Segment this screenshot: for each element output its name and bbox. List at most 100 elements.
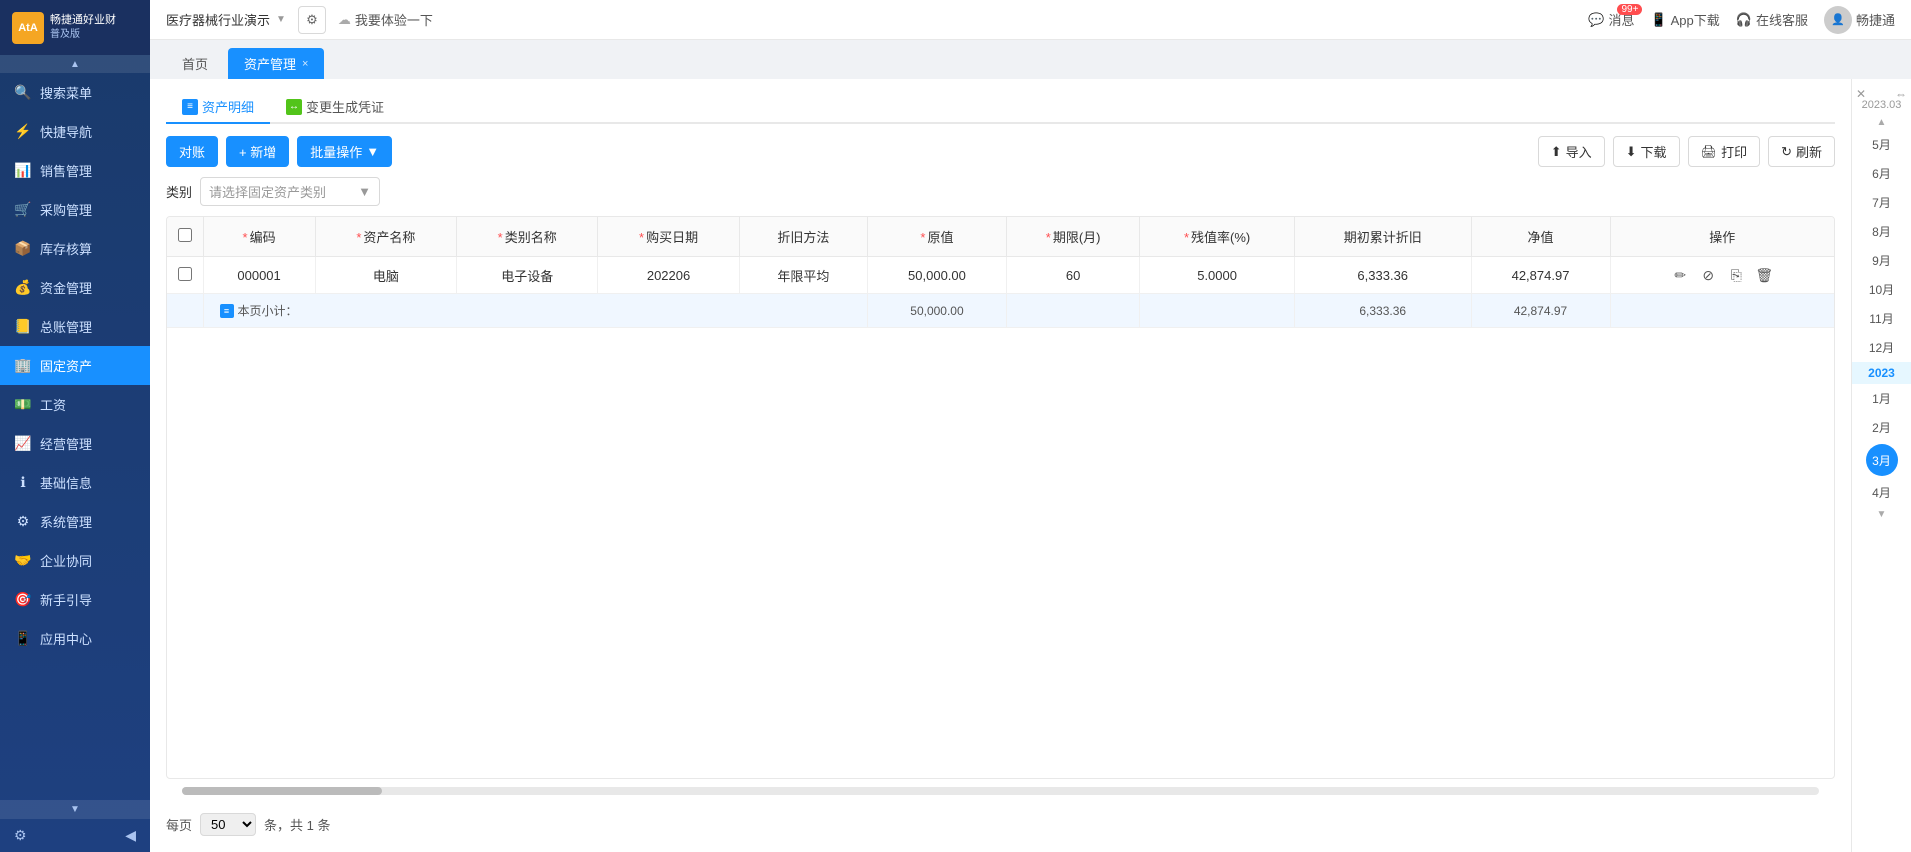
month-5[interactable]: 5月	[1852, 130, 1911, 159]
sidebar-scroll-down[interactable]: ▼	[0, 800, 150, 818]
per-page-label: 每页	[166, 815, 192, 834]
sidebar-item-inventory[interactable]: 📦 库存核算	[0, 229, 150, 268]
calendar-scroll-up[interactable]: ▲	[1852, 115, 1911, 130]
tab-close-icon[interactable]: ×	[302, 58, 308, 70]
sidebar-item-enterprise[interactable]: 🤝 企业协同	[0, 541, 150, 580]
sidebar-item-search[interactable]: 🔍 搜索菜单	[0, 73, 150, 112]
cell-actions: ✏ ⊘ ⎘ 🗑	[1610, 257, 1834, 294]
company-name: 医疗器械行业演示	[166, 10, 270, 29]
system-icon: ⚙	[14, 513, 32, 531]
scrollbar-thumb[interactable]	[182, 787, 382, 795]
subtotal-label: ≡ 本页小计：	[212, 302, 859, 319]
subtotal-icon: ≡	[220, 304, 234, 318]
print-icon: 🖨	[1701, 144, 1718, 160]
sidebar-item-ledger[interactable]: 📒 总账管理	[0, 307, 150, 346]
sidebar-item-quick-nav[interactable]: ⚡ 快捷导航	[0, 112, 150, 151]
month-11[interactable]: 11月	[1852, 304, 1911, 333]
copy-icon[interactable]: ⊘	[1698, 265, 1718, 285]
inner-tab-voucher[interactable]: ↔ 变更生成凭证	[270, 91, 400, 124]
month-10[interactable]: 10月	[1852, 275, 1911, 304]
cell-category: 电子设备	[457, 257, 598, 294]
month-2[interactable]: 2月	[1852, 413, 1911, 442]
month-6[interactable]: 6月	[1852, 159, 1911, 188]
category-filter-select[interactable]: 请选择固定资产类别 ▼	[200, 177, 380, 206]
message-badge: 99+	[1617, 4, 1642, 15]
logo-text: 畅捷通好业财 普及版	[50, 13, 116, 42]
month-3-active[interactable]: 3月	[1866, 444, 1898, 476]
import-button[interactable]: ⬆ 导入	[1538, 136, 1605, 167]
ledger-icon: 📒	[14, 318, 32, 336]
new-button[interactable]: + 新增	[226, 136, 289, 167]
inner-tabs: ≡ 资产明细 ↔ 变更生成凭证	[166, 91, 1835, 124]
import-icon: ⬆	[1551, 144, 1562, 160]
main-container: 医疗器械行业演示 ▼ ⚙ ☁ 我要体验一下 💬 消息 99+ 📱 App下载 🎧…	[150, 0, 1911, 852]
sidebar-item-guide[interactable]: 🎯 新手引导	[0, 580, 150, 619]
sidebar-item-fixed-assets[interactable]: 🏢 固定资产	[0, 346, 150, 385]
subtotal-original-value: 50,000.00	[867, 294, 1006, 328]
filter-bar: 类别 请选择固定资产类别 ▼	[166, 177, 1835, 206]
month-8[interactable]: 8月	[1852, 217, 1911, 246]
right-panel: ✕ ⇔ 2023.03 ▲ 5月 6月 7月 8月 9月 10月 11月 12月…	[1851, 79, 1911, 852]
settings-icon[interactable]: ⚙	[14, 827, 27, 844]
cell-name: 电脑	[315, 257, 456, 294]
download-icon: 📱	[1650, 12, 1666, 28]
user-menu[interactable]: 👤 畅捷通	[1824, 6, 1895, 34]
topbar: 医疗器械行业演示 ▼ ⚙ ☁ 我要体验一下 💬 消息 99+ 📱 App下载 🎧…	[150, 0, 1911, 40]
sidebar-item-payroll[interactable]: 💵 工资	[0, 385, 150, 424]
cell-residual-rate: 5.0000	[1140, 257, 1295, 294]
message-button[interactable]: 💬 消息 99+	[1588, 10, 1634, 29]
horizontal-scrollbar[interactable]	[182, 787, 1819, 795]
sidebar-item-app-center[interactable]: 📱 应用中心	[0, 619, 150, 658]
quick-nav-icon: ⚡	[14, 123, 32, 141]
right-panel-close-icon[interactable]: ✕	[1856, 87, 1866, 101]
month-4[interactable]: 4月	[1852, 478, 1911, 507]
company-selector[interactable]: 医疗器械行业演示 ▼	[166, 10, 286, 29]
category-filter-label: 类别	[166, 182, 192, 201]
reconcile-button[interactable]: 对账	[166, 136, 218, 167]
sidebar-item-funds[interactable]: 💰 资金管理	[0, 268, 150, 307]
inner-tab-asset-detail[interactable]: ≡ 资产明细	[166, 91, 270, 124]
link-icon[interactable]: ⎘	[1726, 265, 1746, 285]
row-checkbox[interactable]	[178, 267, 192, 281]
sidebar-item-operations[interactable]: 📈 经营管理	[0, 424, 150, 463]
sales-icon: 📊	[14, 162, 32, 180]
year-section: 2023	[1852, 362, 1911, 384]
month-12[interactable]: 12月	[1852, 333, 1911, 362]
asset-detail-tab-icon: ≡	[182, 99, 198, 115]
funds-icon: 💰	[14, 279, 32, 297]
right-panel-expand-icon[interactable]: ⇔	[1895, 87, 1907, 101]
sidebar-item-system[interactable]: ⚙ 系统管理	[0, 502, 150, 541]
col-name: *资产名称	[315, 217, 456, 257]
app-download-button[interactable]: 📱 App下载	[1650, 10, 1719, 29]
month-7[interactable]: 7月	[1852, 188, 1911, 217]
print-button[interactable]: 🖨 打印	[1688, 136, 1761, 167]
table-row: 000001 电脑 电子设备 202206 年限平均 50,000.00 60 …	[167, 257, 1834, 294]
sidebar-scroll-up[interactable]: ▲	[0, 55, 150, 73]
download-button[interactable]: ⬇ 下载	[1613, 136, 1680, 167]
tab-home[interactable]: 首页	[166, 48, 224, 79]
edit-icon[interactable]: ✏	[1670, 265, 1690, 285]
batch-button[interactable]: 批量操作 ▼	[297, 136, 392, 167]
calendar-scroll-down[interactable]: ▼	[1852, 507, 1911, 522]
logo-icon: AtA	[12, 12, 44, 44]
settings-button[interactable]: ⚙	[298, 6, 326, 34]
delete-icon[interactable]: 🗑	[1754, 265, 1774, 285]
select-all-checkbox[interactable]	[178, 228, 192, 242]
month-1[interactable]: 1月	[1852, 384, 1911, 413]
inventory-icon: 📦	[14, 240, 32, 258]
cell-code: 000001	[203, 257, 315, 294]
user-avatar: 👤	[1824, 6, 1852, 34]
tab-asset-management[interactable]: 资产管理 ×	[228, 48, 324, 79]
feedback-button[interactable]: ☁ 我要体验一下	[338, 10, 433, 29]
sidebar-item-sales[interactable]: 📊 销售管理	[0, 151, 150, 190]
per-page-select[interactable]: 50 100 200	[200, 813, 256, 836]
month-9[interactable]: 9月	[1852, 246, 1911, 275]
sidebar: AtA 畅捷通好业财 普及版 ▲ 🔍 搜索菜单 ⚡ 快捷导航 📊 销售管理 🛒 …	[0, 0, 150, 852]
voucher-tab-icon: ↔	[286, 99, 302, 115]
refresh-button[interactable]: ↻ 刷新	[1768, 136, 1835, 167]
sidebar-item-purchase[interactable]: 🛒 采购管理	[0, 190, 150, 229]
cell-period: 60	[1006, 257, 1139, 294]
sidebar-item-basic-info[interactable]: ℹ 基础信息	[0, 463, 150, 502]
collapse-icon[interactable]: ◀	[125, 827, 136, 844]
online-service-button[interactable]: 🎧 在线客服	[1736, 10, 1808, 29]
